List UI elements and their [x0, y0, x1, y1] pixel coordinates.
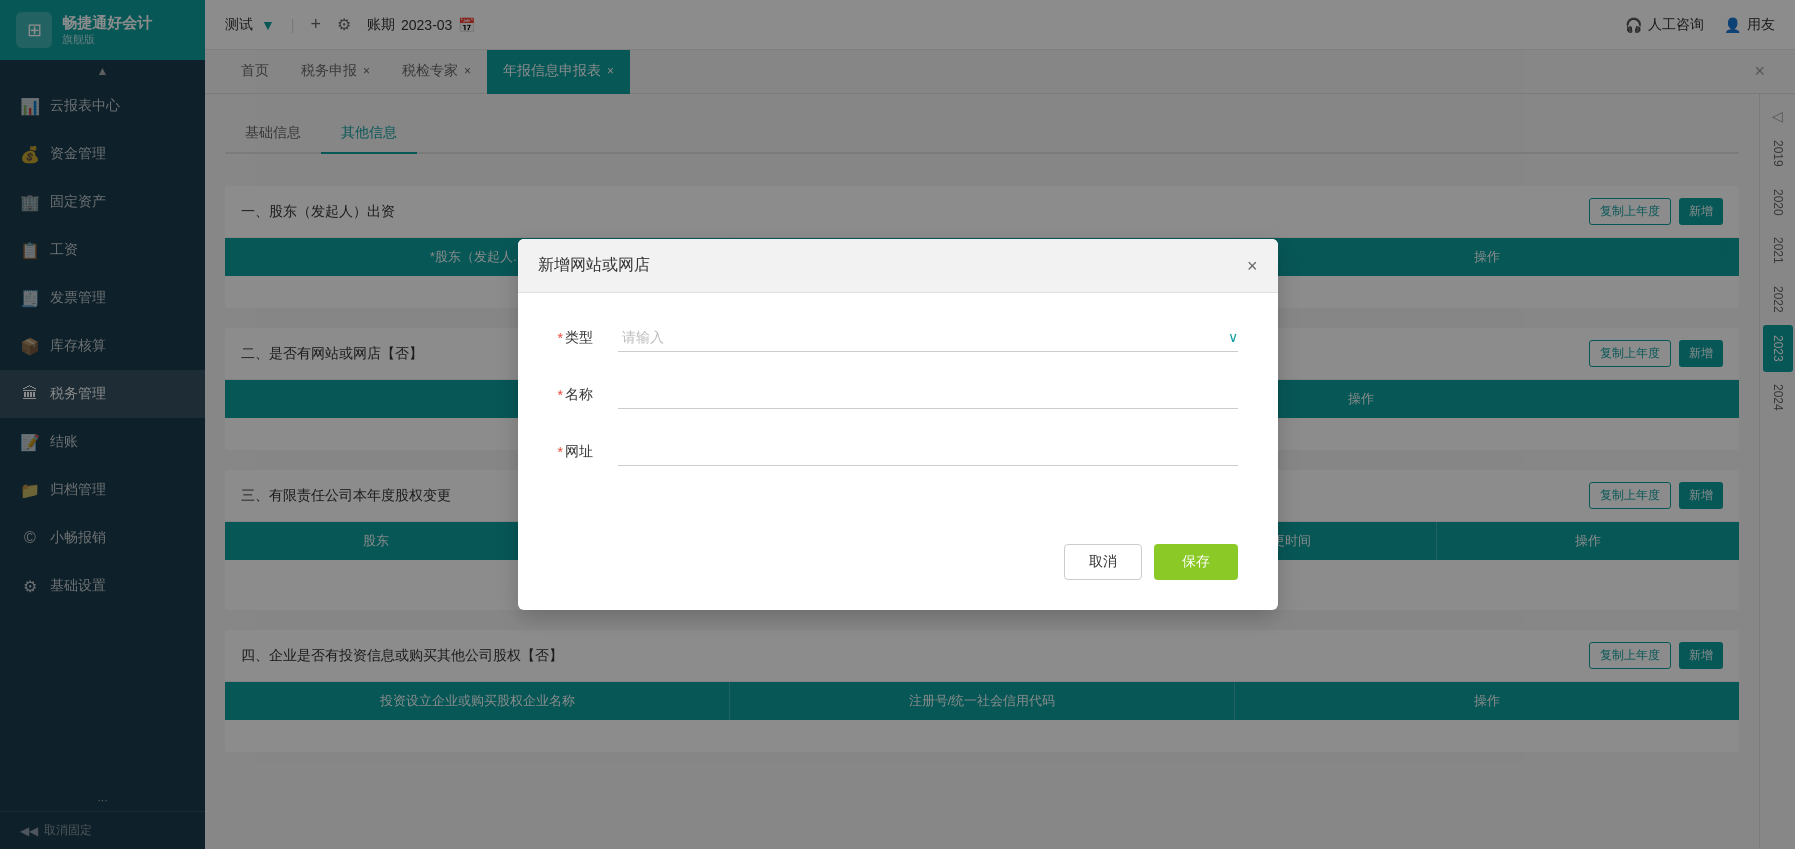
name-input[interactable]: [618, 380, 1238, 408]
form-field-name: * 名称: [558, 380, 1238, 409]
type-input-wrap: ∨: [618, 323, 1238, 352]
name-label: * 名称: [558, 386, 618, 404]
type-dropdown-arrow[interactable]: ∨: [1228, 329, 1238, 345]
cancel-button[interactable]: 取消: [1064, 544, 1142, 580]
dialog-footer: 取消 保存: [518, 524, 1278, 610]
dialog-close-button[interactable]: ×: [1247, 257, 1258, 275]
dialog-overlay: 新增网站或网店 × * 类型 ∨ * 名称: [0, 0, 1795, 849]
dialog-body: * 类型 ∨ * 名称 *: [518, 293, 1278, 524]
type-label: * 类型: [558, 329, 618, 347]
url-input-wrap: [618, 437, 1238, 466]
url-label: * 网址: [558, 443, 618, 461]
type-input[interactable]: [618, 323, 1228, 351]
name-input-wrap: [618, 380, 1238, 409]
dialog-header: 新增网站或网店 ×: [518, 239, 1278, 293]
save-button[interactable]: 保存: [1154, 544, 1238, 580]
form-field-url: * 网址: [558, 437, 1238, 466]
form-field-type: * 类型 ∨: [558, 323, 1238, 352]
add-website-dialog: 新增网站或网店 × * 类型 ∨ * 名称: [518, 239, 1278, 610]
url-input[interactable]: [618, 437, 1238, 465]
